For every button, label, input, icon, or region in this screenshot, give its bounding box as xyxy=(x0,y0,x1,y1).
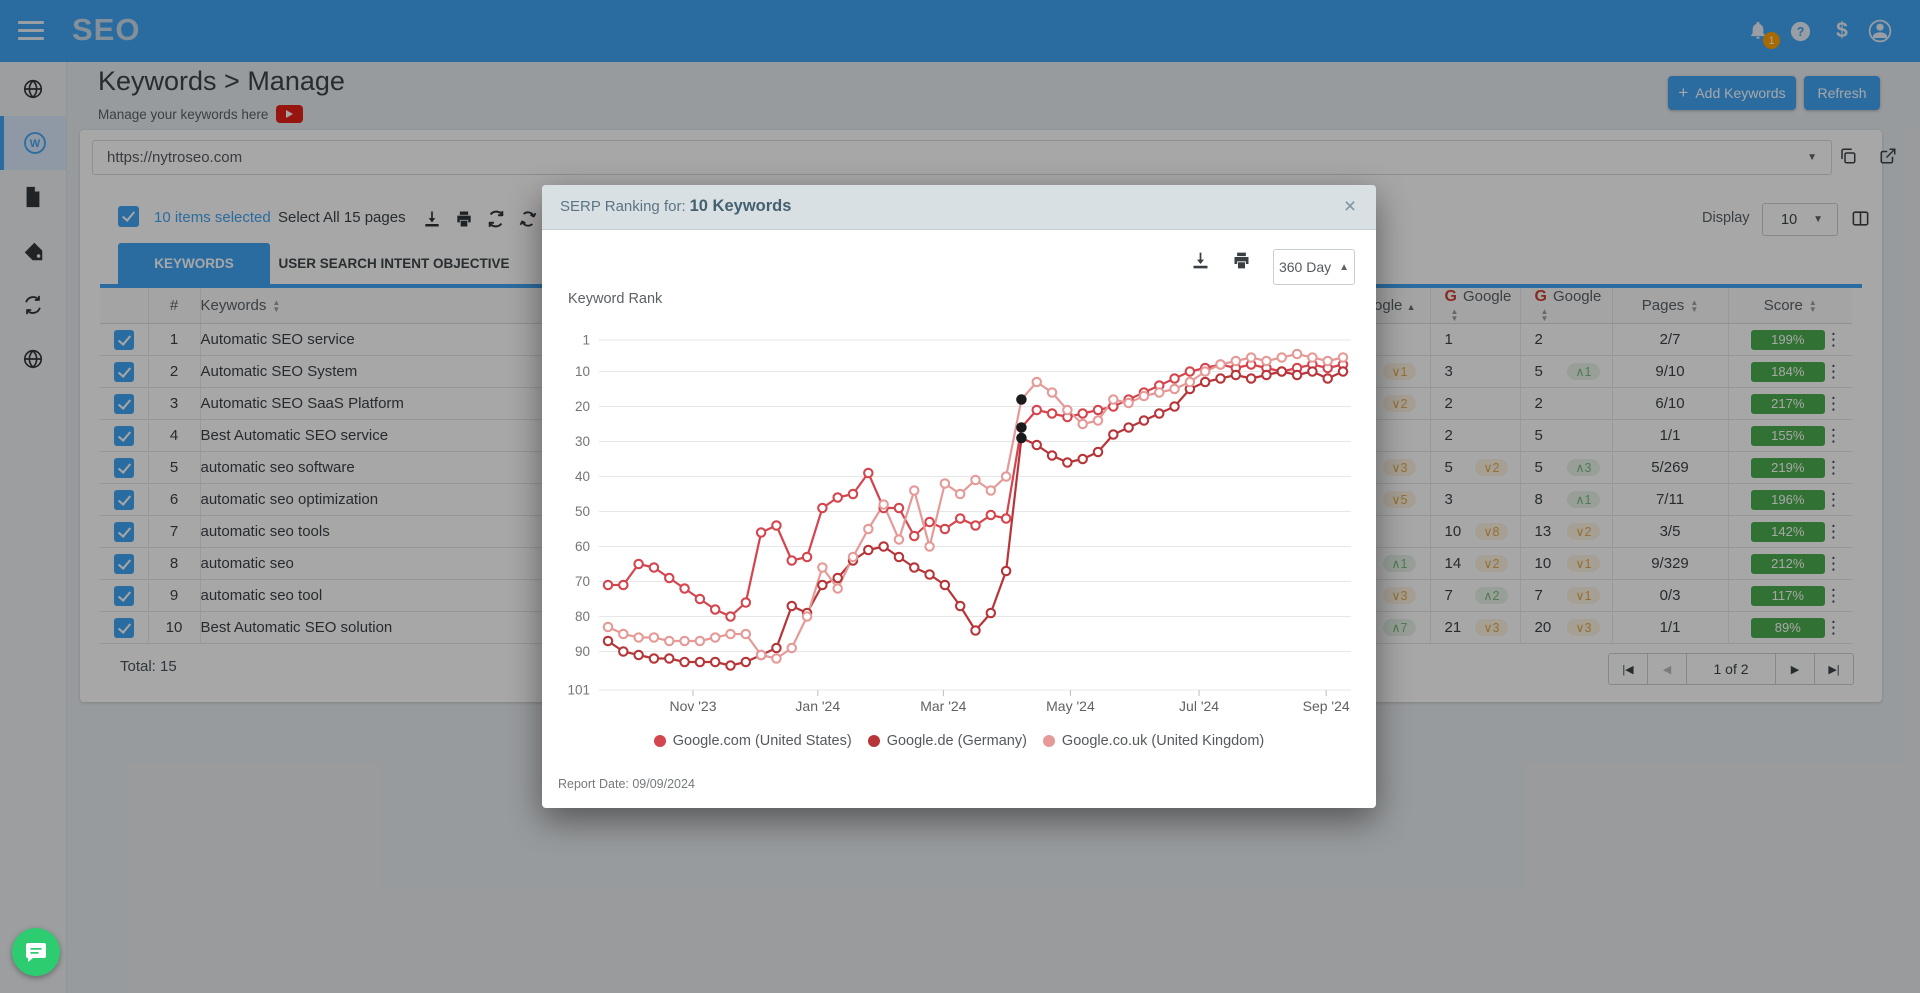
chevron-up-icon: ▲ xyxy=(1339,262,1349,273)
date-range-value: 360 Day xyxy=(1279,259,1331,275)
legend-dot-icon xyxy=(1043,735,1055,747)
svg-text:Jan '24: Jan '24 xyxy=(795,698,840,714)
svg-text:30: 30 xyxy=(575,434,590,449)
legend-item[interactable]: Google.de (Germany) xyxy=(868,733,1027,749)
modal-title: SERP Ranking for:10 Keywords xyxy=(560,197,791,216)
close-icon[interactable]: × xyxy=(1337,194,1363,220)
svg-text:90: 90 xyxy=(575,644,590,659)
print-chart-icon[interactable] xyxy=(1228,247,1254,273)
download-chart-icon[interactable] xyxy=(1187,247,1213,273)
svg-text:70: 70 xyxy=(575,574,590,589)
svg-text:May '24: May '24 xyxy=(1046,698,1095,714)
serp-chart-svg: 1 10 20 30 40 50 60 70 80 90 101 Nov '23 Jan '24 Mar … xyxy=(542,315,1376,725)
svg-text:60: 60 xyxy=(575,539,590,554)
svg-text:40: 40 xyxy=(575,469,590,484)
legend-item[interactable]: Google.com (United States) xyxy=(654,733,852,749)
svg-text:Mar '24: Mar '24 xyxy=(920,698,966,714)
svg-text:101: 101 xyxy=(567,683,590,698)
modal-title-value: 10 Keywords xyxy=(690,197,792,215)
chat-widget-button[interactable] xyxy=(12,928,60,976)
chart-legend: Google.com (United States) Google.de (Ger… xyxy=(542,733,1376,749)
legend-label: Google.com (United States) xyxy=(673,733,852,749)
svg-text:50: 50 xyxy=(575,504,590,519)
modal-title-prefix: SERP Ranking for: xyxy=(560,198,686,215)
svg-text:Sep '24: Sep '24 xyxy=(1303,698,1350,714)
chat-icon xyxy=(24,940,48,964)
svg-text:80: 80 xyxy=(575,609,590,624)
legend-dot-icon xyxy=(654,735,666,747)
svg-text:Jul '24: Jul '24 xyxy=(1179,698,1219,714)
chart-axis-title: Keyword Rank xyxy=(568,291,662,307)
date-range-select[interactable]: 360 Day ▲ xyxy=(1273,249,1355,285)
report-date-text: Report Date: 09/09/2024 xyxy=(558,777,695,791)
legend-label: Google.de (Germany) xyxy=(887,733,1027,749)
svg-text:1: 1 xyxy=(582,333,590,348)
serp-chart[interactable]: 1 10 20 30 40 50 60 70 80 90 101 Nov '23 Jan '24 Mar … xyxy=(542,315,1376,725)
svg-text:10: 10 xyxy=(575,364,590,379)
legend-dot-icon xyxy=(868,735,880,747)
svg-text:20: 20 xyxy=(575,399,590,414)
serp-ranking-modal: SERP Ranking for:10 Keywords × 360 Day ▲… xyxy=(542,185,1376,808)
legend-item[interactable]: Google.co.uk (United Kingdom) xyxy=(1043,733,1264,749)
svg-text:Nov '23: Nov '23 xyxy=(669,698,716,714)
legend-label: Google.co.uk (United Kingdom) xyxy=(1062,733,1264,749)
